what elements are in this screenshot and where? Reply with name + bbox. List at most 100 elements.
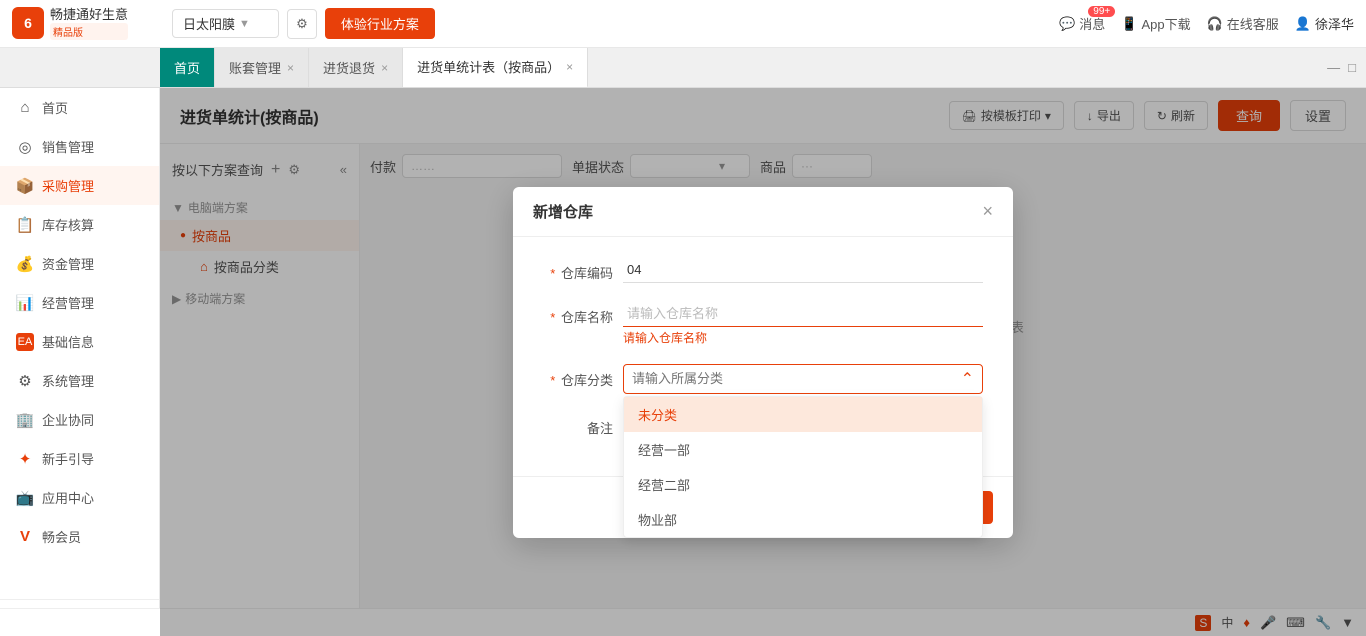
app-download-label: App下载 [1141, 14, 1190, 33]
dialog-header: 新增仓库 × [513, 187, 1013, 237]
enterprise-icon: 🏢 [16, 411, 34, 429]
category-toggle-icon[interactable]: ⌃ [961, 369, 974, 389]
system-icon: ⚙ [16, 372, 34, 390]
home-icon: ⌂ [16, 99, 34, 117]
trial-button[interactable]: 体验行业方案 [325, 8, 435, 39]
dialog-body: * 仓库编码 * 仓库名称 [513, 237, 1013, 476]
sidebar-label-operation: 经营管理 [42, 293, 94, 312]
tab-purchase-stats[interactable]: 进货单统计表（按商品） × [403, 48, 588, 88]
sidebar-item-operation[interactable]: 📊 经营管理 [0, 283, 159, 322]
sidebar-item-sales[interactable]: ◎ 销售管理 [0, 127, 159, 166]
dialog-overlay: 新增仓库 × * 仓库编码 [160, 88, 1366, 636]
category-row: * 仓库分类 ⌃ 未分类 经营一部 经 [543, 364, 983, 394]
settings-button[interactable]: ⚙ [287, 9, 317, 39]
top-navbar: 6 畅捷通好生意 精品版 日太阳膜 ▼ ⚙ 体验行业方案 💬 消息 99+ 📱 … [0, 0, 1366, 48]
required-star-2: * [550, 310, 555, 325]
gear-icon: ⚙ [296, 16, 308, 32]
sidebar-label-system: 系统管理 [42, 371, 94, 390]
message-button[interactable]: 💬 消息 99+ [1059, 14, 1105, 33]
warehouse-name-label: * 仓库名称 [543, 301, 613, 326]
online-service-button[interactable]: 🎧 在线客服 [1207, 14, 1279, 33]
dialog-title: 新增仓库 [533, 201, 593, 222]
tab-purchase-return-label: 进货退货 [323, 58, 375, 77]
warehouse-code-row: * 仓库编码 [543, 257, 983, 283]
warehouse-name-error-msg: 请输入仓库名称 [623, 329, 983, 346]
sidebar-item-appstore[interactable]: 📺 应用中心 [0, 478, 159, 517]
sidebar-label-guide: 新手引导 [42, 449, 94, 468]
operation-icon: 📊 [16, 294, 34, 312]
category-input-wrap: ⌃ [623, 364, 983, 394]
sidebar-item-system[interactable]: ⚙ 系统管理 [0, 361, 159, 400]
sidebar-label-enterprise: 企业协同 [42, 410, 94, 429]
vip-icon: V [16, 528, 34, 546]
sidebar-label-finance: 资金管理 [42, 254, 94, 273]
user-area[interactable]: 👤 徐泽华 [1295, 14, 1354, 33]
dialog-close-button[interactable]: × [982, 201, 993, 222]
logo-text: 畅捷通好生意 [50, 7, 128, 24]
sidebar-label-basic: 基础信息 [42, 332, 94, 351]
tab-home[interactable]: 首页 [160, 48, 215, 88]
tab-purchase-return[interactable]: 进货退货 × [309, 48, 403, 88]
sidebar-item-guide[interactable]: ✦ 新手引导 [0, 439, 159, 478]
tab-purchase-stats-label: 进货单统计表（按商品） [417, 57, 560, 76]
maximize-icon[interactable]: □ [1348, 60, 1356, 75]
category-label: * 仓库分类 [543, 364, 613, 389]
sidebar-item-finance[interactable]: 💰 资金管理 [0, 244, 159, 283]
required-star-3: * [550, 373, 555, 388]
content-area: 进货单统计(按商品) 🖨 按模板打印 ▾ ↓ 导出 ↻ 刷新 查询 设置 [160, 88, 1366, 636]
appstore-icon: 📺 [16, 489, 34, 507]
mobile-icon: 📱 [1121, 16, 1137, 32]
guide-icon: ✦ [16, 450, 34, 468]
sidebar-item-inventory[interactable]: 📋 库存核算 [0, 205, 159, 244]
warehouse-code-control [623, 257, 983, 283]
category-control: ⌃ 未分类 经营一部 经营二部 物业部 [623, 364, 983, 394]
new-warehouse-dialog: 新增仓库 × * 仓库编码 [513, 187, 1013, 538]
warehouse-code-label: * 仓库编码 [543, 257, 613, 282]
top-search-area: 日太阳膜 ▼ ⚙ 体验行业方案 [172, 8, 1049, 39]
message-icon: 💬 [1059, 16, 1075, 32]
dropdown-item-dept2[interactable]: 经营二部 [624, 467, 982, 502]
sidebar-item-home[interactable]: ⌂ 首页 [0, 88, 159, 127]
logo-icon: 6 [12, 7, 44, 39]
online-service-label: 在线客服 [1227, 14, 1279, 33]
dropdown-item-dept3[interactable]: 物业部 [624, 502, 982, 537]
sidebar-item-purchase[interactable]: 📦 采购管理 [0, 166, 159, 205]
sidebar-label-inventory: 库存核算 [42, 215, 94, 234]
main-layout: ⌂ 首页 ◎ 销售管理 📦 采购管理 📋 库存核算 💰 资金管理 📊 经营管理 … [0, 88, 1366, 636]
warehouse-name-control: 请输入仓库名称 [623, 301, 983, 346]
tab-purchase-return-close-icon[interactable]: × [381, 61, 388, 75]
category-input[interactable] [632, 371, 961, 386]
sidebar-label-vip: 畅会员 [42, 527, 81, 546]
sidebar-label-appstore: 应用中心 [42, 488, 94, 507]
sidebar: ⌂ 首页 ◎ 销售管理 📦 采购管理 📋 库存核算 💰 资金管理 📊 经营管理 … [0, 88, 160, 636]
basic-icon: EA [16, 333, 34, 351]
app-download-button[interactable]: 📱 App下载 [1121, 14, 1190, 33]
sidebar-label-home: 首页 [42, 98, 68, 117]
warehouse-name-row: * 仓库名称 请输入仓库名称 [543, 301, 983, 346]
warehouse-name-input[interactable] [623, 301, 983, 327]
required-star: * [550, 266, 555, 281]
logo-area: 6 畅捷通好生意 精品版 [12, 7, 162, 41]
user-name: 徐泽华 [1315, 14, 1354, 33]
dropdown-item-dept1[interactable]: 经营一部 [624, 432, 982, 467]
sidebar-item-basic[interactable]: EA 基础信息 [0, 322, 159, 361]
tab-account-management[interactable]: 账套管理 × [215, 48, 309, 88]
warehouse-code-input[interactable] [623, 257, 983, 283]
purchase-icon: 📦 [16, 177, 34, 195]
tab-bar: 首页 账套管理 × 进货退货 × 进货单统计表（按商品） × — □ [0, 48, 1366, 88]
home-tab-label: 首页 [174, 58, 200, 77]
sidebar-label-purchase: 采购管理 [42, 176, 94, 195]
notes-label: 备注 [543, 412, 613, 437]
minimize-icon[interactable]: — [1327, 60, 1340, 75]
sidebar-label-sales: 销售管理 [42, 137, 94, 156]
inventory-icon: 📋 [16, 216, 34, 234]
sidebar-item-vip[interactable]: V 畅会员 [0, 517, 159, 556]
tab-purchase-stats-close-icon[interactable]: × [566, 60, 573, 74]
tab-account-label: 账套管理 [229, 58, 281, 77]
sidebar-item-enterprise[interactable]: 🏢 企业协同 [0, 400, 159, 439]
dropdown-item-uncategorized[interactable]: 未分类 [624, 397, 982, 432]
search-select[interactable]: 日太阳膜 ▼ [172, 9, 279, 38]
tab-account-close-icon[interactable]: × [287, 61, 294, 75]
sales-icon: ◎ [16, 138, 34, 156]
top-right-area: 💬 消息 99+ 📱 App下载 🎧 在线客服 👤 徐泽华 [1059, 14, 1354, 33]
